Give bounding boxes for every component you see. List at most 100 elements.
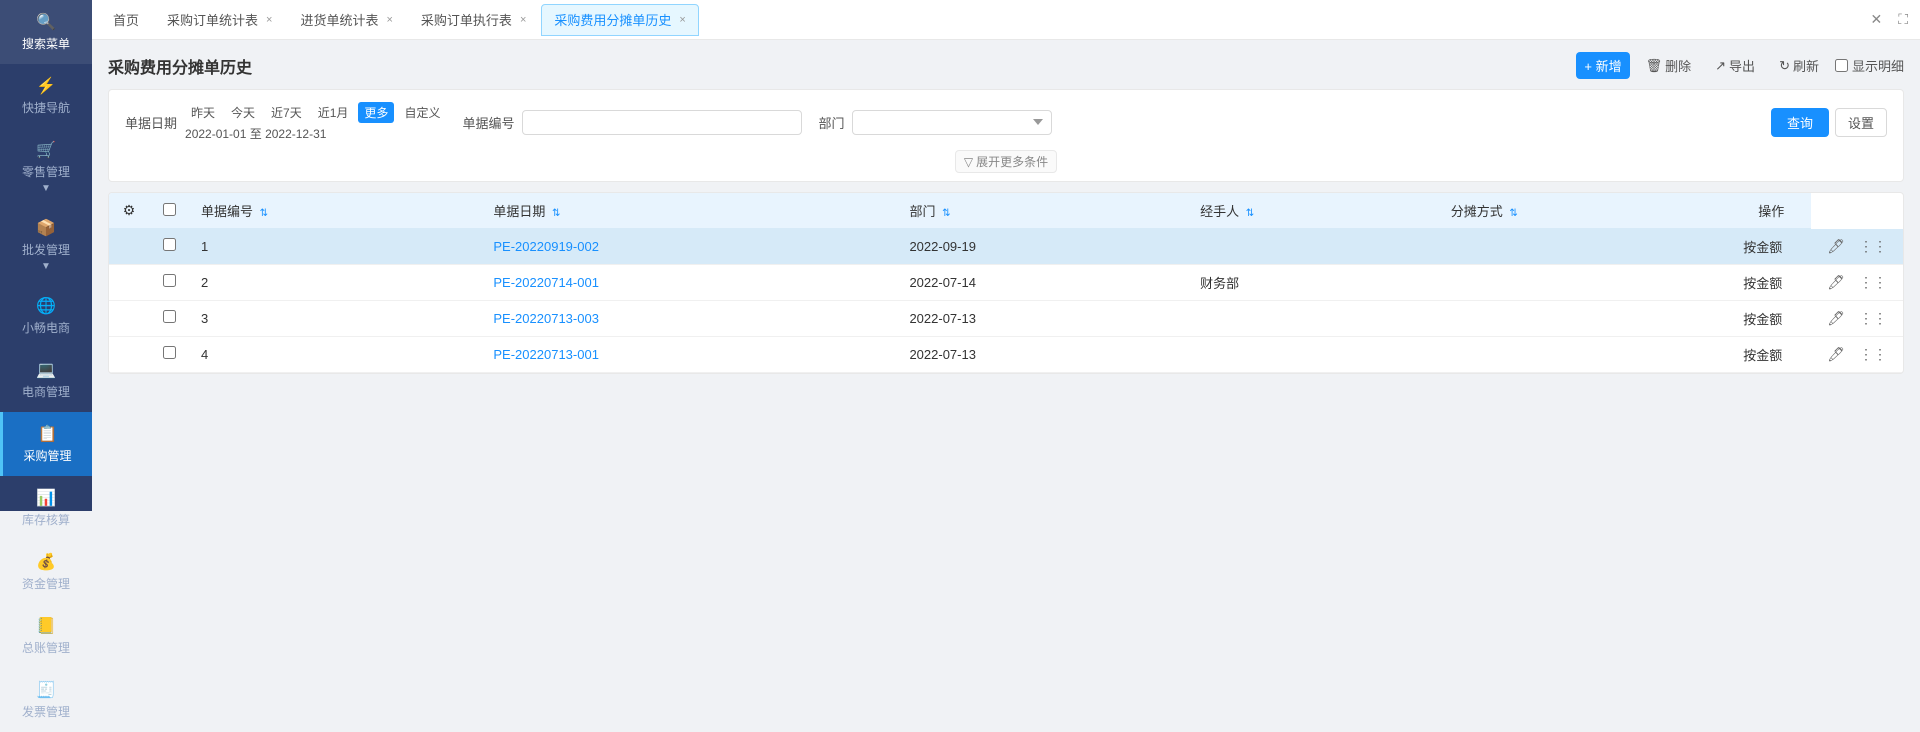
tab-purchase-exec[interactable]: 采购订单执行表 × xyxy=(408,4,539,36)
doc-no-link[interactable]: PE-20220919-002 xyxy=(493,239,599,254)
row-actions: 🖊 ⋮⋮ xyxy=(1823,272,1891,293)
row-doc-no-cell: PE-20220714-001 xyxy=(481,264,897,300)
row-dept-cell: 财务部 xyxy=(1188,264,1439,300)
row-checkbox[interactable] xyxy=(163,346,176,359)
row-checkbox-cell xyxy=(149,336,189,372)
sort-doc-no-icon[interactable]: ⇅ xyxy=(260,208,268,219)
sidebar-item-ecommerce-small[interactable]: 🌐 小畅电商 xyxy=(0,284,92,348)
search-row: 单据日期 昨天 今天 近7天 近1月 更多 自定义 2022-01-01 至 2… xyxy=(125,102,1887,142)
settings-button[interactable]: 设置 xyxy=(1835,108,1887,137)
ledger-icon: 📒 xyxy=(36,616,56,636)
refresh-button[interactable]: ↻ 刷新 xyxy=(1771,52,1827,79)
sidebar-item-label: 总账管理 xyxy=(22,639,70,656)
sidebar-item-ledger[interactable]: 📒 总账管理 xyxy=(0,604,92,668)
date-btn-yesterday[interactable]: 昨天 xyxy=(185,102,221,123)
sidebar: 🔍 搜索菜单 ⚡ 快捷导航 🛒 零售管理 ▼ 📦 批发管理 ▼ 🌐 小畅电商 💻… xyxy=(0,0,92,511)
delete-icon: 🗑 xyxy=(1646,58,1663,74)
edit-icon[interactable]: 🖊 xyxy=(1823,308,1849,329)
tab-stock-stat[interactable]: 进货单统计表 × xyxy=(287,4,405,36)
sidebar-item-finance[interactable]: 💰 资金管理 xyxy=(0,540,92,604)
sidebar-item-label: 批发管理 xyxy=(22,241,70,258)
date-btn-more[interactable]: 更多 xyxy=(358,102,394,123)
tab-purchase-order-stat[interactable]: 采购订单统计表 × xyxy=(154,4,285,36)
close-tab-3-icon[interactable]: × xyxy=(520,14,526,26)
sort-handler-icon[interactable]: ⇅ xyxy=(1246,208,1254,219)
show-cols-checkbox[interactable] xyxy=(1835,59,1848,72)
more-actions-icon[interactable]: ⋮⋮ xyxy=(1855,272,1891,293)
sort-alloc-icon[interactable]: ⇅ xyxy=(1509,208,1517,219)
export-button[interactable]: ↗ 导出 xyxy=(1707,52,1763,79)
close-all-tabs-icon[interactable]: ✕ xyxy=(1866,7,1886,32)
table-header-row: ⚙ 单据编号 ⇅ 单据日期 ⇅ xyxy=(109,193,1903,229)
row-checkbox[interactable] xyxy=(163,310,176,323)
search-button[interactable]: 查询 xyxy=(1771,108,1829,137)
date-shortcut-buttons: 昨天 今天 近7天 近1月 更多 自定义 xyxy=(185,102,446,123)
row-actions-cell: 🖊 ⋮⋮ xyxy=(1811,229,1903,265)
date-btn-1month[interactable]: 近1月 xyxy=(312,102,355,123)
row-checkbox[interactable] xyxy=(163,238,176,251)
table-row: 1 PE-20220919-002 2022-09-19 按金额 🖊 ⋮⋮ xyxy=(109,229,1903,265)
sidebar-item-purchase[interactable]: 📋 采购管理 xyxy=(0,412,92,476)
sidebar-item-retail[interactable]: 🛒 零售管理 ▼ xyxy=(0,128,92,206)
row-doc-date-cell: 2022-07-14 xyxy=(897,264,1188,300)
more-actions-icon[interactable]: ⋮⋮ xyxy=(1855,236,1891,257)
col-dept: 部门 ⇅ xyxy=(897,193,1188,229)
close-tab-1-icon[interactable]: × xyxy=(266,14,272,26)
results-table: ⚙ 单据编号 ⇅ 单据日期 ⇅ xyxy=(109,193,1903,373)
sidebar-item-ecommerce[interactable]: 💻 电商管理 xyxy=(0,348,92,412)
col-settings: ⚙ xyxy=(109,193,149,229)
tab-purchase-cost-history-label: 采购费用分摊单历史 xyxy=(554,10,671,29)
row-num-cell: 2 xyxy=(189,264,481,300)
select-all-checkbox[interactable] xyxy=(163,203,176,216)
search-menu-icon: 🔍 xyxy=(36,12,56,32)
row-checkbox[interactable] xyxy=(163,274,176,287)
close-tab-4-icon[interactable]: × xyxy=(679,14,685,26)
doc-no-link[interactable]: PE-20220713-001 xyxy=(493,347,599,362)
close-tab-2-icon[interactable]: × xyxy=(386,14,392,26)
expand-conditions-button[interactable]: ▽ 展开更多条件 xyxy=(955,150,1057,173)
maximize-icon[interactable]: ⛶ xyxy=(1894,7,1912,32)
edit-icon[interactable]: 🖊 xyxy=(1823,344,1849,365)
data-table: ⚙ 单据编号 ⇅ 单据日期 ⇅ xyxy=(108,192,1904,374)
page-content-area: 采购费用分摊单历史 + 新增 🗑 删除 ↗ 导出 ↻ 刷新 显示明细 xyxy=(92,40,1920,511)
sidebar-item-label: 小畅电商 xyxy=(22,319,70,336)
date-btn-custom[interactable]: 自定义 xyxy=(398,102,446,123)
search-action-buttons: 查询 设置 xyxy=(1771,108,1887,137)
date-btn-today[interactable]: 今天 xyxy=(225,102,261,123)
col-alloc-method: 分摊方式 ⇅ xyxy=(1439,193,1731,229)
dept-select[interactable]: 财务部 xyxy=(852,110,1052,135)
sidebar-item-quicknav[interactable]: ⚡ 快捷导航 xyxy=(0,64,92,128)
show-cols-checkbox-label[interactable]: 显示明细 xyxy=(1835,56,1904,75)
add-button[interactable]: + 新增 xyxy=(1576,52,1629,79)
col-doc-no-label: 单据编号 xyxy=(201,204,253,219)
doc-no-link[interactable]: PE-20220714-001 xyxy=(493,275,599,290)
search-area: 单据日期 昨天 今天 近7天 近1月 更多 自定义 2022-01-01 至 2… xyxy=(108,89,1904,182)
sidebar-item-inventory[interactable]: 📊 库存核算 xyxy=(0,476,92,540)
column-settings-icon[interactable]: ⚙ xyxy=(123,202,136,218)
purchase-icon: 📋 xyxy=(38,424,58,444)
sort-dept-icon[interactable]: ⇅ xyxy=(942,208,950,219)
wholesale-icon: 📦 xyxy=(36,218,56,238)
docno-input[interactable] xyxy=(522,110,802,135)
tab-purchase-cost-history[interactable]: 采购费用分摊单历史 × xyxy=(541,4,698,36)
sort-doc-date-icon[interactable]: ⇅ xyxy=(552,208,560,219)
edit-icon[interactable]: 🖊 xyxy=(1823,272,1849,293)
edit-icon[interactable]: 🖊 xyxy=(1823,236,1849,257)
more-actions-icon[interactable]: ⋮⋮ xyxy=(1855,344,1891,365)
sidebar-item-label: 发票管理 xyxy=(22,703,70,720)
tab-home[interactable]: 首页 xyxy=(100,4,152,36)
row-doc-no-cell: PE-20220713-003 xyxy=(481,300,897,336)
doc-no-link[interactable]: PE-20220713-003 xyxy=(493,311,599,326)
sidebar-item-invoice[interactable]: 🧾 发票管理 xyxy=(0,668,92,732)
col-dept-label: 部门 xyxy=(909,204,935,219)
sidebar-item-wholesale[interactable]: 📦 批发管理 ▼ xyxy=(0,206,92,284)
sidebar-item-search[interactable]: 🔍 搜索菜单 xyxy=(0,0,92,64)
table-row: 3 PE-20220713-003 2022-07-13 按金额 🖊 ⋮⋮ xyxy=(109,300,1903,336)
row-actions: 🖊 ⋮⋮ xyxy=(1823,236,1891,257)
more-actions-icon[interactable]: ⋮⋮ xyxy=(1855,308,1891,329)
row-dept-cell xyxy=(1188,336,1439,372)
table-body: 1 PE-20220919-002 2022-09-19 按金额 🖊 ⋮⋮ 2 … xyxy=(109,229,1903,373)
delete-button[interactable]: 🗑 删除 xyxy=(1638,52,1700,79)
date-btn-7days[interactable]: 近7天 xyxy=(265,102,308,123)
row-settings-cell xyxy=(109,300,149,336)
